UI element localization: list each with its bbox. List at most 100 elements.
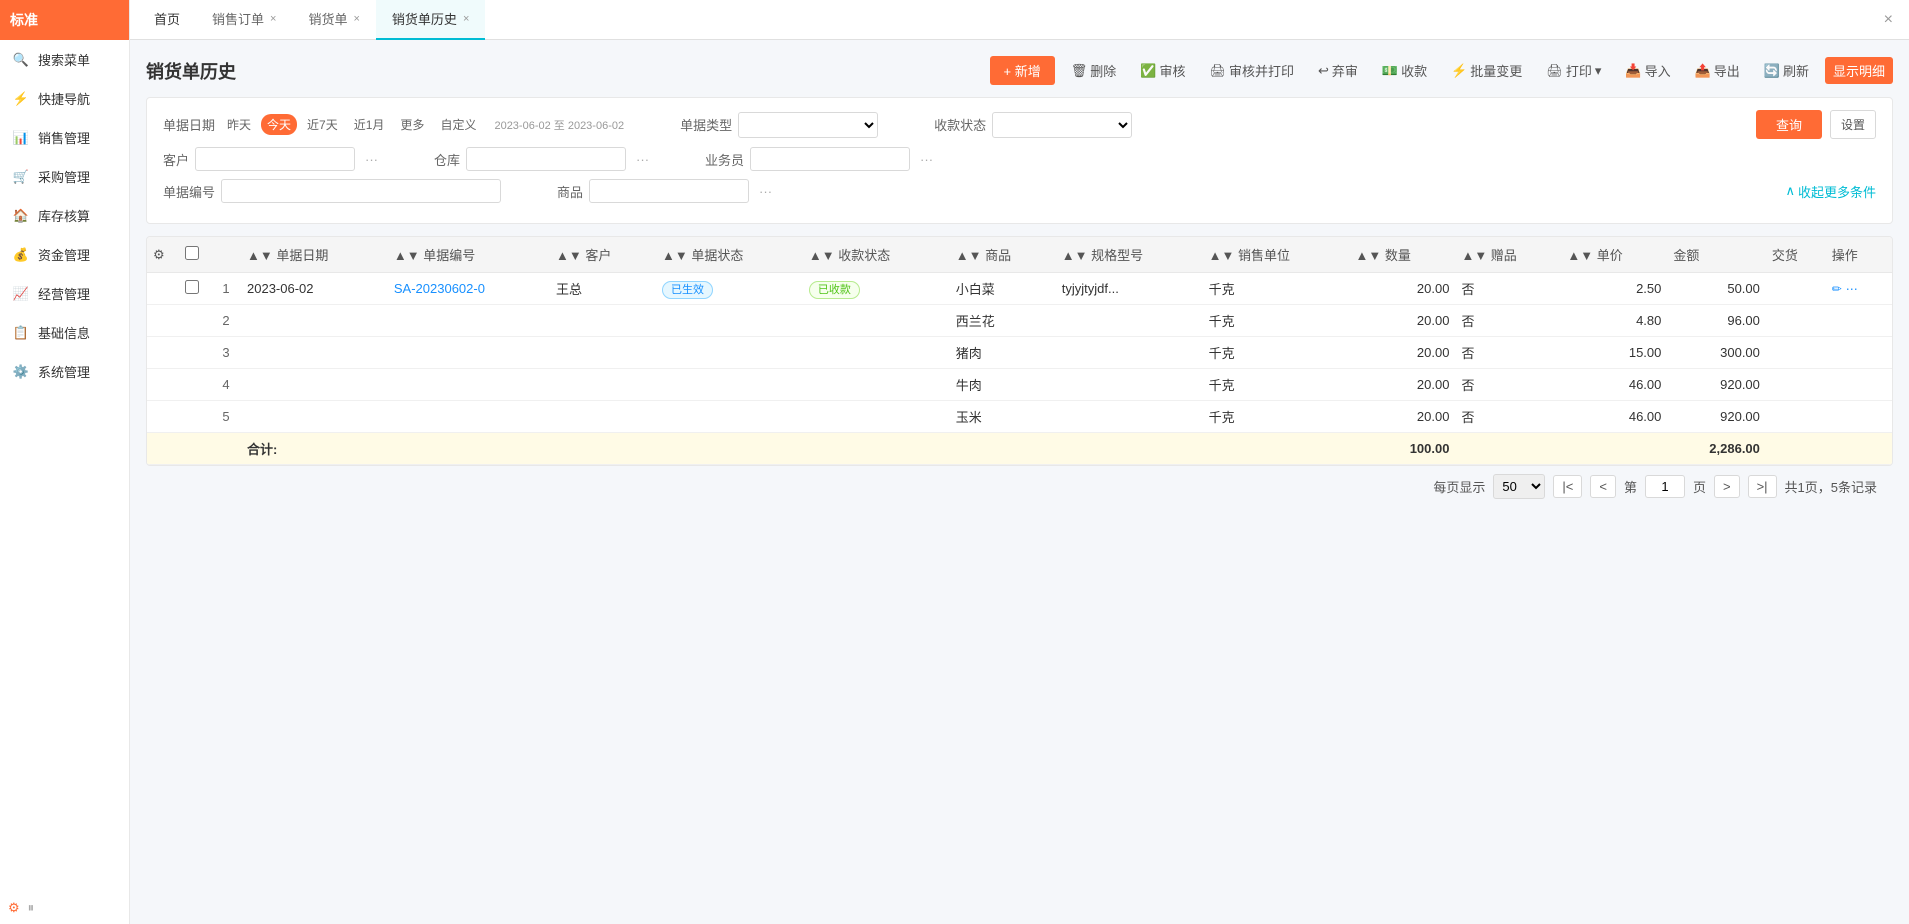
- th-doc-status[interactable]: ▲▼ 单据状态: [656, 237, 803, 273]
- filter-doc-no-label: 单据编号: [163, 182, 215, 201]
- cell-gift: 否: [1455, 337, 1561, 369]
- tab-sales-order[interactable]: 销售订单 ×: [196, 0, 292, 40]
- sidebar-item-purchase[interactable]: 🛒 采购管理: [0, 157, 129, 196]
- date-btn-more[interactable]: 更多: [394, 114, 430, 135]
- audit-print-button[interactable]: 🖨 审核并打印: [1201, 57, 1302, 84]
- sidebar-item-search[interactable]: 🔍 搜索菜单: [0, 40, 129, 79]
- query-button[interactable]: 查询: [1756, 110, 1822, 139]
- sidebar-item-system[interactable]: ⚙️ 系统管理: [0, 352, 129, 391]
- page-number-input[interactable]: [1645, 475, 1685, 498]
- tab-sales-goods[interactable]: 销货单 ×: [292, 0, 375, 40]
- last-page-button[interactable]: >|: [1748, 475, 1777, 498]
- th-goods[interactable]: ▲▼ 商品: [950, 237, 1056, 273]
- window-close-button[interactable]: ×: [1876, 11, 1901, 29]
- select-all-checkbox[interactable]: [185, 246, 199, 260]
- batch-change-button[interactable]: ⚡ 批量变更: [1443, 57, 1530, 84]
- show-detail-button[interactable]: 显示明细: [1825, 57, 1893, 84]
- collect-button[interactable]: 💵 收款: [1374, 57, 1435, 84]
- cell-config: [147, 337, 179, 369]
- sidebar-bottom-icon1[interactable]: ⚙: [8, 900, 20, 916]
- export-button[interactable]: 📤 导出: [1687, 57, 1748, 84]
- cell-customer: [550, 369, 656, 401]
- th-qty[interactable]: ▲▼ 数量: [1349, 237, 1455, 273]
- sidebar-item-sales[interactable]: 📊 销售管理: [0, 118, 129, 157]
- footer-end: [1766, 433, 1892, 465]
- filter-payment-status-select[interactable]: [992, 112, 1132, 138]
- settings-button[interactable]: 设置: [1830, 110, 1876, 139]
- abandon-button[interactable]: ↩ 弃审: [1310, 57, 1366, 84]
- cell-unit-price: 46.00: [1561, 401, 1667, 433]
- tab-bar: 首页 销售订单 × 销货单 × 销货单历史 × ×: [130, 0, 1909, 40]
- collapse-button[interactable]: ∧ 收起更多条件: [1785, 182, 1876, 201]
- filter-salesperson-dots[interactable]: ···: [920, 152, 933, 167]
- filter-warehouse: 仓库 ···: [434, 147, 649, 171]
- refresh-button[interactable]: 🔄 刷新: [1756, 57, 1817, 84]
- cell-qty: 20.00: [1349, 337, 1455, 369]
- row-checkbox[interactable]: [185, 280, 199, 294]
- tab-sales-order-close[interactable]: ×: [270, 13, 276, 25]
- sidebar-item-basic[interactable]: 📋 基础信息: [0, 313, 129, 352]
- th-customer[interactable]: ▲▼ 客户: [550, 237, 656, 273]
- new-button[interactable]: + 新增: [990, 56, 1055, 85]
- page-label-post: 页: [1693, 477, 1706, 496]
- sidebar-item-quicknav[interactable]: ⚡ 快捷导航: [0, 79, 129, 118]
- filter-date-label: 单据日期: [163, 115, 215, 134]
- doc-no-link[interactable]: SA-20230602-0: [394, 281, 485, 296]
- th-unit[interactable]: ▲▼ 销售单位: [1203, 237, 1350, 273]
- sidebar-bottom-icon2[interactable]: ⏸: [28, 900, 35, 916]
- date-btn-1month[interactable]: 近1月: [348, 114, 391, 135]
- prev-page-button[interactable]: <: [1590, 475, 1616, 498]
- filter-goods-dots[interactable]: ···: [759, 184, 772, 199]
- filter-customer-input[interactable]: [195, 147, 355, 171]
- th-config[interactable]: ⚙: [147, 237, 179, 273]
- tab-home[interactable]: 首页: [138, 0, 196, 40]
- first-page-button[interactable]: |<: [1553, 475, 1582, 498]
- cell-gift: 否: [1455, 273, 1561, 305]
- tab-sales-history[interactable]: 销货单历史 ×: [376, 0, 485, 40]
- toolbar: + 新增 🗑 删除 ✅ 审核 🖨 审核并打印 ↩ 弃审: [990, 56, 1894, 85]
- per-page-select[interactable]: 50 100: [1493, 474, 1545, 499]
- th-doc-no-label: ▲▼ 单据编号: [394, 248, 475, 263]
- cell-doc-date: [241, 369, 388, 401]
- sidebar-item-inventory[interactable]: 🏠 库存核算: [0, 196, 129, 235]
- cell-transaction: [1766, 401, 1826, 433]
- sidebar-item-finance[interactable]: 💰 资金管理: [0, 235, 129, 274]
- th-doc-date[interactable]: ▲▼ 单据日期: [241, 237, 388, 273]
- cell-payment-status: [803, 401, 950, 433]
- th-spec[interactable]: ▲▼ 规格型号: [1056, 237, 1203, 273]
- cell-doc-status: 已生效: [656, 273, 803, 305]
- date-btn-7days[interactable]: 近7天: [301, 114, 344, 135]
- delete-button[interactable]: 🗑 删除: [1063, 57, 1125, 84]
- next-page-button[interactable]: >: [1714, 475, 1740, 498]
- filter-doc-type-select[interactable]: [738, 112, 878, 138]
- per-page-label: 每页显示: [1433, 477, 1485, 496]
- import-button[interactable]: 📥 导入: [1617, 57, 1678, 84]
- edit-op-button[interactable]: ✏: [1832, 282, 1842, 296]
- export-icon: 📤: [1695, 63, 1711, 79]
- th-doc-status-label: ▲▼ 单据状态: [662, 248, 743, 263]
- cell-doc-date: [241, 305, 388, 337]
- tab-home-label: 首页: [154, 9, 180, 28]
- date-btn-yesterday[interactable]: 昨天: [221, 114, 257, 135]
- th-unit-price[interactable]: ▲▼ 单价: [1561, 237, 1667, 273]
- print-button[interactable]: 🖨 打印 ▾: [1538, 57, 1609, 84]
- more-op-button[interactable]: ⋯: [1846, 282, 1858, 296]
- audit-button[interactable]: ✅ 审核: [1132, 57, 1193, 84]
- th-payment-status[interactable]: ▲▼ 收款状态: [803, 237, 950, 273]
- filter-warehouse-input[interactable]: [466, 147, 626, 171]
- th-goods-label: ▲▼ 商品: [956, 248, 1011, 263]
- filter-doc-no-input[interactable]: [221, 179, 501, 203]
- sidebar: 标准 🔍 搜索菜单 ⚡ 快捷导航 📊 销售管理 🛒 采购管理 🏠 库存核算 💰 …: [0, 0, 130, 924]
- date-btn-today[interactable]: 今天: [261, 114, 297, 135]
- th-doc-no[interactable]: ▲▼ 单据编号: [388, 237, 550, 273]
- date-btn-custom[interactable]: 自定义: [434, 114, 482, 135]
- th-gift[interactable]: ▲▼ 赠品: [1455, 237, 1561, 273]
- filter-goods-input[interactable]: [589, 179, 749, 203]
- sidebar-item-ops[interactable]: 📈 经营管理: [0, 274, 129, 313]
- tab-sales-history-close[interactable]: ×: [463, 13, 469, 25]
- filter-customer-dots[interactable]: ···: [365, 152, 378, 167]
- filter-warehouse-dots[interactable]: ···: [636, 152, 649, 167]
- tab-sales-goods-close[interactable]: ×: [353, 13, 359, 25]
- filter-salesperson-input[interactable]: [750, 147, 910, 171]
- ops-icon: 📈: [12, 285, 30, 303]
